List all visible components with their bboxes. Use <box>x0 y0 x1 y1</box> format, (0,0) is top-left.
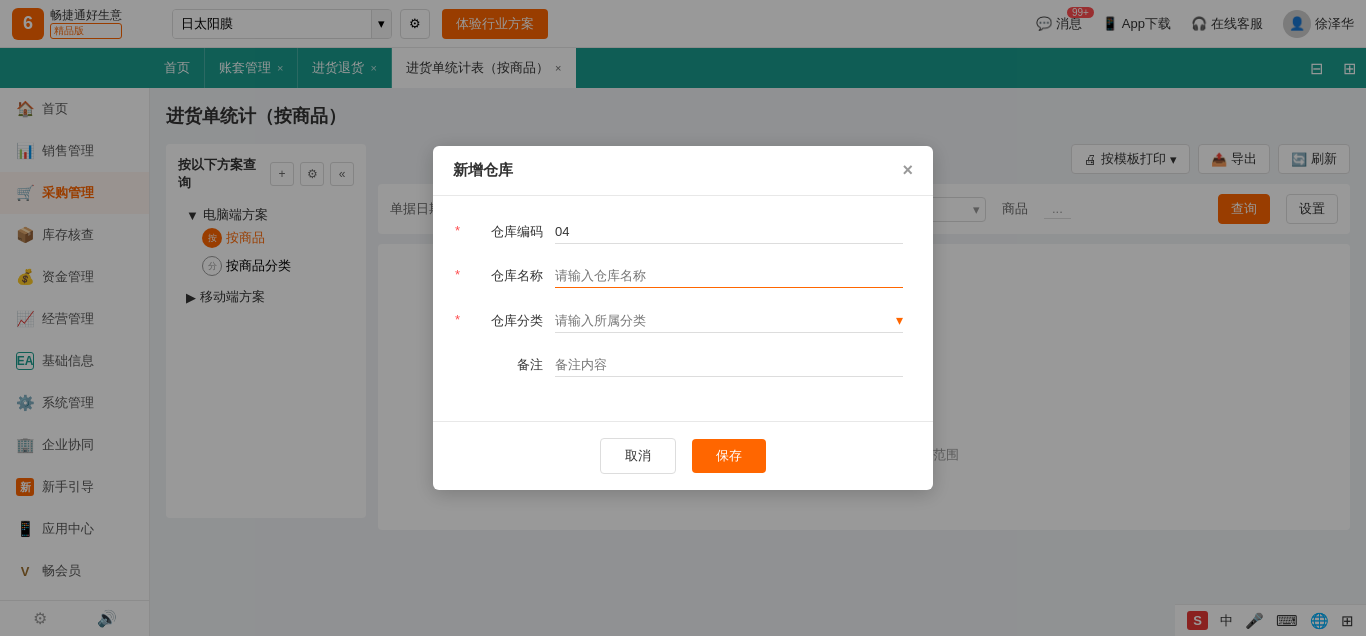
warehouse-category-input[interactable] <box>555 313 896 328</box>
modal-body: 仓库编码 仓库名称 仓库分类 ▾ 备注 <box>433 196 933 421</box>
warehouse-code-label: 仓库编码 <box>463 223 543 241</box>
remark-input[interactable] <box>555 353 903 377</box>
new-warehouse-modal: 新增仓库 × 仓库编码 仓库名称 仓库分类 ▾ <box>433 146 933 490</box>
category-dropdown-icon: ▾ <box>896 312 903 328</box>
warehouse-category-label: 仓库分类 <box>463 312 543 330</box>
warehouse-name-input[interactable] <box>555 264 903 288</box>
warehouse-category-select[interactable]: ▾ <box>555 308 903 333</box>
modal-title: 新增仓库 <box>453 161 513 180</box>
modal-header: 新增仓库 × <box>433 146 933 196</box>
modal-close-btn[interactable]: × <box>902 160 913 181</box>
form-row-category: 仓库分类 ▾ <box>463 308 903 333</box>
form-row-code: 仓库编码 <box>463 220 903 244</box>
form-row-remark: 备注 <box>463 353 903 377</box>
warehouse-name-label: 仓库名称 <box>463 267 543 285</box>
form-row-name: 仓库名称 <box>463 264 903 288</box>
save-button[interactable]: 保存 <box>692 439 766 473</box>
modal-overlay[interactable]: 新增仓库 × 仓库编码 仓库名称 仓库分类 ▾ <box>0 0 1366 636</box>
cancel-button[interactable]: 取消 <box>600 438 676 474</box>
remark-label: 备注 <box>463 356 543 374</box>
modal-footer: 取消 保存 <box>433 421 933 490</box>
warehouse-code-input[interactable] <box>555 220 903 244</box>
